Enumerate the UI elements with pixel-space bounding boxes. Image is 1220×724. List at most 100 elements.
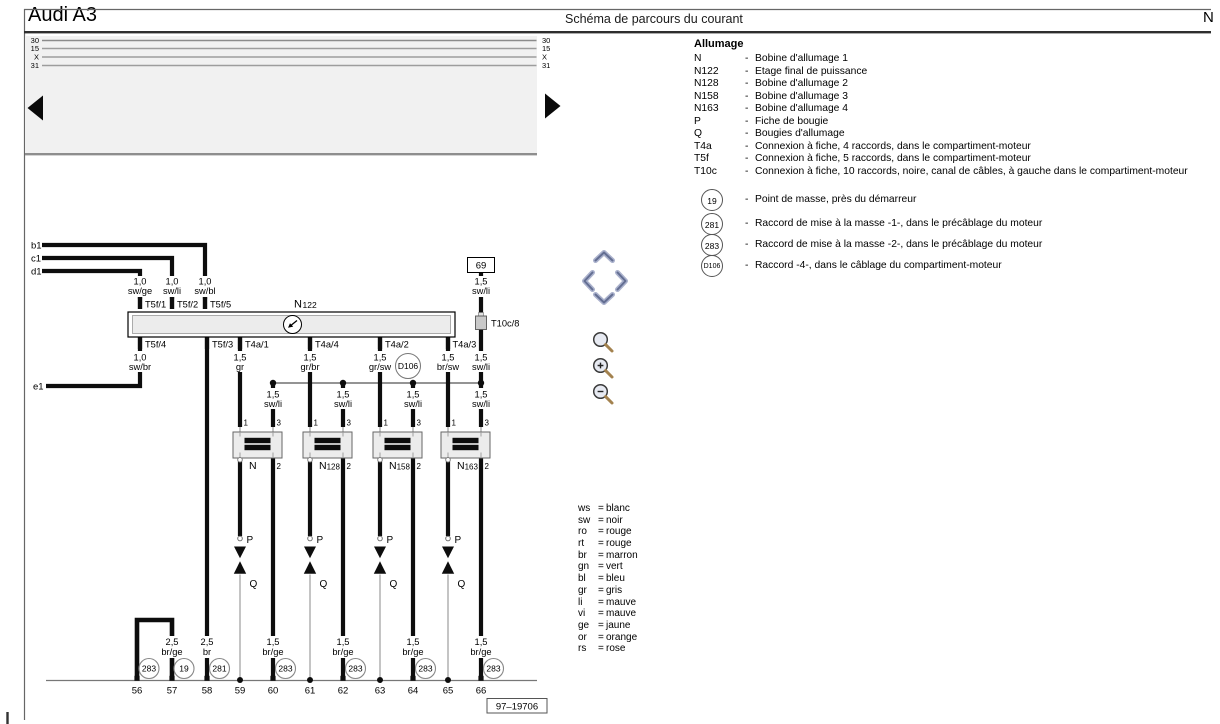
pin-label: T4a/3 bbox=[453, 340, 477, 350]
rail-label-right: 31 bbox=[542, 61, 550, 70]
wire-color: br/ge bbox=[161, 647, 182, 657]
wire-size: 2,5 bbox=[166, 637, 179, 647]
color-name: rouge bbox=[606, 526, 632, 537]
color-abbr: rs bbox=[578, 643, 587, 654]
track-number: 57 bbox=[167, 686, 178, 697]
plug-connector-label: P bbox=[387, 535, 394, 546]
terminal-number: 1 bbox=[384, 419, 389, 428]
wire-color: sw/br bbox=[129, 362, 151, 372]
legend-desc: Connexion à fiche, 4 raccords, dans le c… bbox=[755, 140, 1031, 152]
supply-node-69: 69 bbox=[467, 257, 495, 273]
legend-desc: Etage final de puissance bbox=[755, 65, 868, 77]
legend-desc: Point de masse, près du démarreur bbox=[755, 194, 917, 205]
track-number: 60 bbox=[268, 686, 279, 697]
coil-name-num: 128 bbox=[327, 463, 341, 472]
wire-size: 1,5 bbox=[407, 637, 420, 647]
legend-desc: Connexion à fiche, 5 raccords, dans le c… bbox=[755, 153, 1031, 164]
color-abbr: or bbox=[578, 632, 587, 643]
spark-plug-label: Q bbox=[458, 579, 466, 590]
coil-name-prefix: N bbox=[319, 460, 327, 472]
coil-name: N158 bbox=[389, 460, 410, 472]
legend-dash: - bbox=[745, 115, 749, 127]
coil-name: N163 bbox=[457, 460, 478, 472]
track-number: 66 bbox=[476, 686, 487, 697]
equals-sign: = bbox=[598, 503, 604, 514]
track-number: 61 bbox=[305, 686, 316, 697]
ground-node-number: 283 bbox=[142, 664, 156, 674]
coil-name: N bbox=[249, 460, 257, 472]
wire-color: gr/sw bbox=[369, 362, 391, 372]
legend-desc: Bobine d'allumage 3 bbox=[755, 90, 848, 102]
equals-sign: = bbox=[598, 550, 604, 561]
color-abbr: rt bbox=[578, 538, 585, 549]
pin-label: T5f/4 bbox=[145, 340, 166, 350]
color-name: jaune bbox=[606, 620, 631, 631]
color-name: vert bbox=[606, 561, 623, 572]
terminal-number: 2 bbox=[277, 462, 282, 471]
ground-node-number: 283 bbox=[486, 664, 500, 674]
wire-color: br/sw bbox=[437, 362, 459, 372]
wire-size: 1,5 bbox=[267, 637, 280, 647]
diagram-ref: 97–19706 bbox=[496, 701, 538, 712]
plug-connector-label: P bbox=[455, 535, 462, 546]
legend-dash: - bbox=[745, 153, 749, 164]
wires-thick bbox=[42, 242, 484, 680]
color-abbr: gn bbox=[578, 561, 590, 572]
wire-size: 1,5 bbox=[442, 353, 455, 363]
component-legend: Allumage N - Bobine d'allumage 1 N122- Etag… bbox=[694, 0, 1220, 724]
node-69-label: 69 bbox=[476, 261, 487, 272]
terminal-number: 3 bbox=[485, 419, 490, 428]
pin-label: T5f/1 bbox=[145, 300, 166, 310]
wire-size: 1,5 bbox=[475, 637, 488, 647]
equals-sign: = bbox=[598, 573, 604, 584]
color-abbr: li bbox=[578, 597, 583, 608]
ground-node-number: 19 bbox=[179, 664, 189, 674]
color-name: noir bbox=[606, 515, 623, 526]
equals-sign: = bbox=[598, 538, 604, 549]
coil-name: N128 bbox=[319, 460, 340, 472]
terminal-number: 1 bbox=[452, 419, 457, 428]
terminal-number: 2 bbox=[417, 462, 422, 471]
pin-label: T4a/4 bbox=[315, 340, 339, 350]
wire-color: sw/li bbox=[472, 399, 490, 409]
spark-plug-label: Q bbox=[390, 579, 398, 590]
legend-desc: Bougies d'allumage bbox=[755, 128, 845, 139]
wire-size: 1,0 bbox=[199, 277, 212, 287]
ignition-coil-n163 bbox=[440, 431, 491, 463]
color-name: orange bbox=[606, 632, 638, 643]
page-next-arrow[interactable] bbox=[545, 93, 561, 119]
wire-size: 1,5 bbox=[267, 390, 280, 400]
track-number: 64 bbox=[408, 686, 419, 697]
spark-plug-label: Q bbox=[320, 579, 328, 590]
wire-color: sw/li bbox=[404, 399, 422, 409]
wire-size: 1,5 bbox=[304, 353, 317, 363]
wire-color: sw/li bbox=[472, 362, 490, 372]
wire-size: 1,0 bbox=[134, 353, 147, 363]
wire-color: sw/li bbox=[163, 286, 181, 296]
legend-dash: - bbox=[745, 78, 749, 89]
equals-sign: = bbox=[598, 632, 604, 643]
legend-desc: Raccord de mise à la masse -1-, dans le … bbox=[755, 218, 1043, 229]
unit-label-num: 122 bbox=[303, 300, 317, 310]
wire-size: 1,0 bbox=[134, 277, 147, 287]
color-name: mauve bbox=[606, 597, 637, 608]
legend-dash: - bbox=[745, 260, 749, 271]
plug-connector-label: P bbox=[317, 535, 324, 546]
legend-dash: - bbox=[745, 65, 749, 77]
wire-color: sw/li bbox=[334, 399, 352, 409]
input-label: e1 bbox=[33, 382, 44, 393]
color-abbr: gr bbox=[578, 585, 587, 596]
legend-desc: Fiche de bougie bbox=[755, 115, 829, 127]
equals-sign: = bbox=[598, 643, 604, 654]
wire-size: 1,5 bbox=[475, 353, 488, 363]
legend-dash: - bbox=[745, 165, 749, 177]
wire-size: 1,5 bbox=[234, 353, 247, 363]
ground-node-number: 283 bbox=[348, 664, 362, 674]
track-number: 62 bbox=[338, 686, 349, 697]
legend-dash: - bbox=[745, 239, 749, 250]
color-name: blanc bbox=[606, 503, 630, 514]
legend-desc: Bobine d'allumage 4 bbox=[755, 103, 848, 114]
track-number: 56 bbox=[132, 686, 143, 697]
track-number: 63 bbox=[375, 686, 386, 697]
wire-color: br/ge bbox=[402, 647, 423, 657]
